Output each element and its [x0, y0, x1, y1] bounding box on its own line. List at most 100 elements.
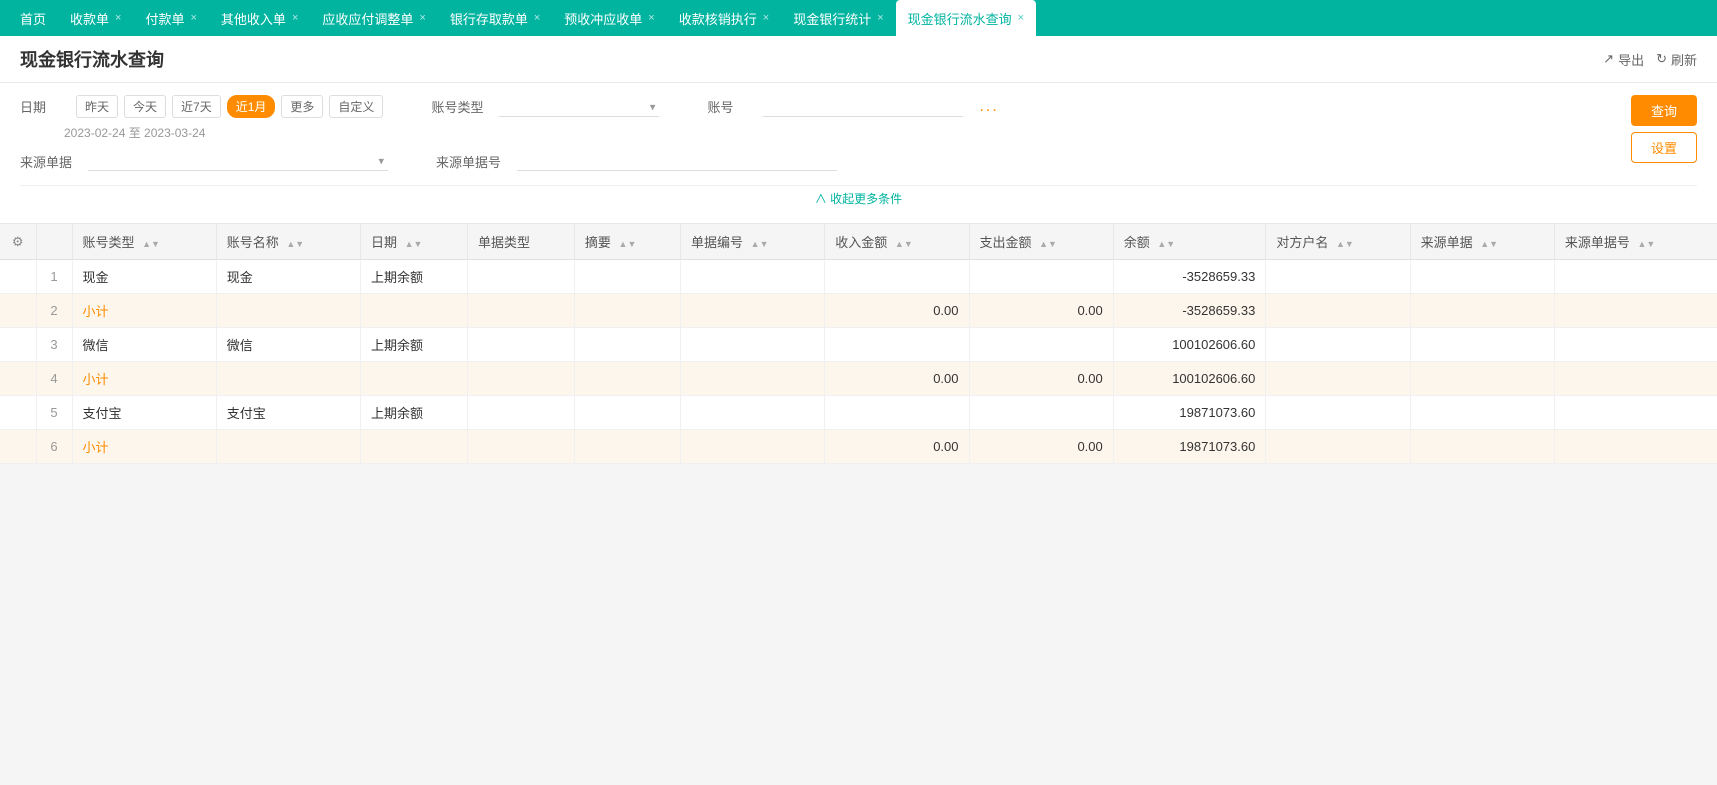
row-action-gear[interactable]	[0, 294, 36, 328]
cell-doc-no	[681, 328, 825, 362]
settings-button[interactable]: 设置	[1631, 132, 1697, 163]
nav-item-prepaid[interactable]: 预收冲应收单 ×	[552, 0, 666, 36]
cell-date: 上期余额	[360, 328, 467, 362]
nav-item-home[interactable]: 首页	[8, 0, 58, 36]
page-title: 现金银行流水查询	[20, 46, 164, 72]
date-btn-today[interactable]: 今天	[124, 95, 166, 118]
sort-icon-summary: ▲▼	[619, 240, 637, 249]
row-action-gear[interactable]	[0, 328, 36, 362]
column-header-counterparty[interactable]: 对方户名 ▲▼	[1266, 224, 1410, 260]
cell-account-name	[216, 362, 360, 396]
column-header-doc-type: 单据类型	[467, 224, 574, 260]
cell-account-type: 支付宝	[72, 396, 216, 430]
column-header-gear[interactable]: ⚙	[0, 224, 36, 260]
column-header-income[interactable]: 收入金额 ▲▼	[825, 224, 969, 260]
cell-account-type: 小计	[72, 430, 216, 464]
account-input[interactable]	[763, 97, 963, 117]
nav-item-receipt[interactable]: 收款单 ×	[58, 0, 133, 36]
export-button[interactable]: ↗ 导出	[1603, 50, 1644, 69]
column-header-account-name[interactable]: 账号名称 ▲▼	[216, 224, 360, 260]
nav-item-bank-deposit[interactable]: 银行存取款单 ×	[438, 0, 552, 36]
cell-date	[360, 294, 467, 328]
table-row: 5 支付宝 支付宝 上期余额 19871073.60	[0, 396, 1717, 430]
date-btn-1month[interactable]: 近1月	[227, 95, 276, 118]
table-header-row: ⚙ 账号类型 ▲▼ 账号名称 ▲▼ 日期 ▲▼ 单据类型 摘要 ▲▼ 单据编号 …	[0, 224, 1717, 260]
cell-account-name	[216, 294, 360, 328]
table-container: ⚙ 账号类型 ▲▼ 账号名称 ▲▼ 日期 ▲▼ 单据类型 摘要 ▲▼ 单据编号 …	[0, 224, 1717, 464]
cell-summary	[574, 328, 680, 362]
cell-balance: -3528659.33	[1113, 294, 1266, 328]
sort-icon-doc-no: ▲▼	[751, 240, 769, 249]
close-icon[interactable]: ×	[419, 12, 425, 24]
more-dots[interactable]: ...	[979, 98, 998, 116]
close-icon[interactable]: ×	[763, 12, 769, 24]
column-header-account-type[interactable]: 账号类型 ▲▼	[72, 224, 216, 260]
cell-counterparty	[1266, 430, 1410, 464]
cell-account-type: 微信	[72, 328, 216, 362]
nav-label-payment: 付款单	[145, 9, 184, 28]
cell-doc-no	[681, 396, 825, 430]
row-action-gear[interactable]	[0, 430, 36, 464]
row-number: 6	[36, 430, 72, 464]
collapse-up-icon: ∧	[815, 192, 827, 206]
nav-item-verify[interactable]: 收款核销执行 ×	[667, 0, 781, 36]
nav-label-home: 首页	[20, 9, 46, 28]
source-doc-select[interactable]	[88, 151, 388, 171]
close-icon[interactable]: ×	[534, 12, 540, 24]
cell-expense: 0.00	[969, 294, 1113, 328]
row-number: 3	[36, 328, 72, 362]
date-btn-7days[interactable]: 近7天	[172, 95, 221, 118]
date-btn-custom[interactable]: 自定义	[329, 95, 383, 118]
source-doc-no-label: 来源单据号	[436, 152, 501, 171]
cell-balance: 19871073.60	[1113, 396, 1266, 430]
nav-item-payment[interactable]: 付款单 ×	[133, 0, 208, 36]
nav-item-statistics[interactable]: 现金银行统计 ×	[781, 0, 895, 36]
account-type-select[interactable]	[499, 97, 659, 117]
source-doc-label: 来源单据	[20, 152, 72, 171]
close-icon[interactable]: ×	[115, 12, 121, 24]
close-icon[interactable]: ×	[292, 12, 298, 24]
refresh-button[interactable]: ↻ 刷新	[1656, 50, 1697, 69]
cell-summary	[574, 430, 680, 464]
cell-doc-no	[681, 362, 825, 396]
row-number: 2	[36, 294, 72, 328]
cell-counterparty	[1266, 294, 1410, 328]
cell-account-type: 现金	[72, 260, 216, 294]
cell-doc-type	[467, 328, 574, 362]
column-header-source-doc[interactable]: 来源单据 ▲▼	[1410, 224, 1554, 260]
column-header-balance[interactable]: 余额 ▲▼	[1113, 224, 1266, 260]
row-action-gear[interactable]	[0, 260, 36, 294]
close-icon[interactable]: ×	[877, 12, 883, 24]
nav-item-adjustment[interactable]: 应收应付调整单 ×	[310, 0, 437, 36]
nav-item-other-income[interactable]: 其他收入单 ×	[209, 0, 310, 36]
refresh-label: 刷新	[1671, 50, 1697, 69]
close-icon[interactable]: ×	[1018, 12, 1024, 24]
row-action-gear[interactable]	[0, 362, 36, 396]
column-header-doc-no[interactable]: 单据编号 ▲▼	[681, 224, 825, 260]
cell-source-doc-no	[1554, 328, 1717, 362]
cell-account-name: 支付宝	[216, 396, 360, 430]
column-header-source-doc-no[interactable]: 来源单据号 ▲▼	[1554, 224, 1717, 260]
date-btn-yesterday[interactable]: 昨天	[76, 95, 118, 118]
nav-item-cash-flow[interactable]: 现金银行流水查询 ×	[896, 0, 1036, 36]
cell-expense: 0.00	[969, 362, 1113, 396]
cell-counterparty	[1266, 362, 1410, 396]
query-button[interactable]: 查询	[1631, 95, 1697, 126]
collapse-bar[interactable]: ∧ 收起更多条件	[20, 185, 1697, 211]
cell-income	[825, 396, 969, 430]
source-doc-no-input[interactable]	[517, 151, 837, 171]
cell-balance: 100102606.60	[1113, 328, 1266, 362]
table-row: 1 现金 现金 上期余额 -3528659.33	[0, 260, 1717, 294]
close-icon[interactable]: ×	[648, 12, 654, 24]
close-icon[interactable]: ×	[190, 12, 196, 24]
cell-income: 0.00	[825, 294, 969, 328]
column-header-summary[interactable]: 摘要 ▲▼	[574, 224, 680, 260]
row-action-gear[interactable]	[0, 396, 36, 430]
cell-doc-no	[681, 294, 825, 328]
column-header-expense[interactable]: 支出金额 ▲▼	[969, 224, 1113, 260]
date-btn-more[interactable]: 更多	[281, 95, 323, 118]
date-label: 日期	[20, 97, 60, 116]
cell-source-doc	[1410, 260, 1554, 294]
page-header: 现金银行流水查询 ↗ 导出 ↻ 刷新	[0, 36, 1717, 83]
column-header-date[interactable]: 日期 ▲▼	[360, 224, 467, 260]
